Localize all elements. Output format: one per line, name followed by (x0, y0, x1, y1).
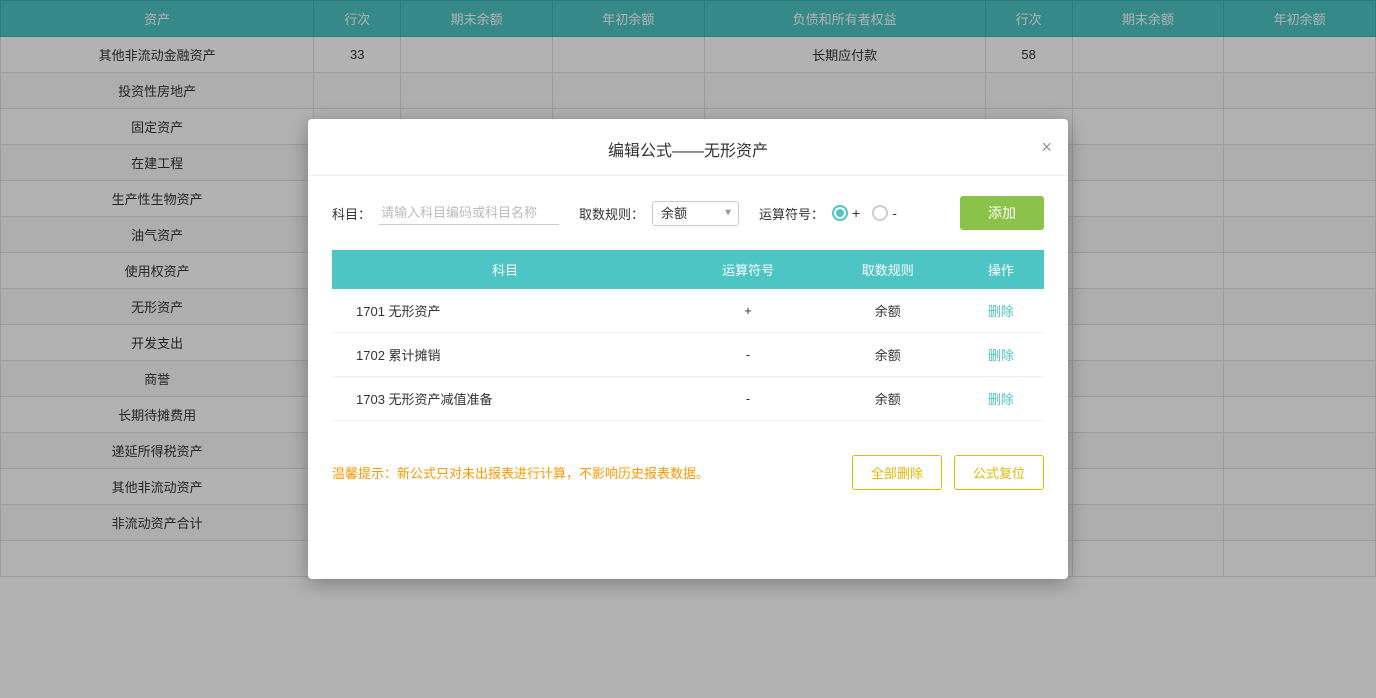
radio-plus[interactable]: + (832, 205, 860, 221)
modal-title: 编辑公式——无形资产 (608, 137, 768, 161)
cell-subject: 1702 累计摊销 (332, 333, 678, 377)
delete-row-button[interactable]: 删除 (988, 301, 1014, 320)
rule-select-wrapper: 余额 借方 贷方 借方累计 贷方累计 (652, 201, 739, 226)
cell-subject: 1703 无形资产减值准备 (332, 377, 678, 421)
subject-label: 科目： (332, 204, 371, 223)
cell-rule: 余额 (818, 377, 958, 421)
add-button[interactable]: 添加 (960, 196, 1044, 230)
col-rule: 取数规则 (818, 250, 958, 289)
cell-operator: + (678, 289, 818, 333)
footer-hint: 温馨提示：新公式只对未出报表进行计算，不影响历史报表数据。 (332, 463, 709, 482)
col-action: 操作 (958, 250, 1044, 289)
cell-operator: - (678, 377, 818, 421)
modal-dialog: 编辑公式——无形资产 × 科目： 取数规则： 余额 借方 (308, 119, 1068, 579)
subject-input[interactable] (379, 201, 559, 225)
radio-minus[interactable]: - (872, 205, 897, 221)
rule-group: 取数规则： 余额 借方 贷方 借方累计 贷方累计 (579, 201, 739, 226)
radio-plus-circle (832, 205, 848, 221)
rule-select[interactable]: 余额 借方 贷方 借方累计 贷方累计 (652, 201, 739, 226)
col-subject: 科目 (332, 250, 678, 289)
reset-button[interactable]: 公式复位 (954, 455, 1044, 490)
form-row: 科目： 取数规则： 余额 借方 贷方 借方累计 贷方累计 (332, 196, 1044, 230)
modal-close-button[interactable]: × (1041, 138, 1052, 156)
radio-group: + - (832, 205, 897, 221)
operator-label: 运算符号： (759, 204, 824, 223)
delete-row-button[interactable]: 删除 (988, 389, 1014, 408)
col-operator: 运算符号 (678, 250, 818, 289)
delete-all-button[interactable]: 全部删除 (852, 455, 942, 490)
footer-buttons: 全部删除 公式复位 (852, 455, 1044, 490)
modal-overlay: 编辑公式——无形资产 × 科目： 取数规则： 余额 借方 (0, 0, 1376, 698)
modal-header: 编辑公式——无形资产 × (308, 119, 1068, 176)
cell-rule: 余额 (818, 333, 958, 377)
delete-row-button[interactable]: 删除 (988, 345, 1014, 364)
cell-subject: 1701 无形资产 (332, 289, 678, 333)
radio-plus-label: + (852, 205, 860, 221)
operator-group: 运算符号： + - (759, 204, 897, 223)
modal-body: 科目： 取数规则： 余额 借方 贷方 借方累计 贷方累计 (308, 176, 1068, 441)
cell-action: 删除 (958, 333, 1044, 377)
table-row: 1701 无形资产+余额 删除 (332, 289, 1044, 333)
cell-rule: 余额 (818, 289, 958, 333)
table-row: 1702 累计摊销-余额 删除 (332, 333, 1044, 377)
table-row: 1703 无形资产减值准备-余额 删除 (332, 377, 1044, 421)
rule-label: 取数规则： (579, 204, 644, 223)
subject-group: 科目： (332, 201, 559, 225)
cell-action: 删除 (958, 377, 1044, 421)
data-table: 科目 运算符号 取数规则 操作 1701 无形资产+余额删除1702 累计摊销-… (332, 250, 1044, 421)
radio-minus-label: - (892, 205, 897, 221)
modal-footer: 温馨提示：新公式只对未出报表进行计算，不影响历史报表数据。 全部删除 公式复位 (308, 441, 1068, 508)
radio-minus-circle (872, 205, 888, 221)
cell-operator: - (678, 333, 818, 377)
cell-action: 删除 (958, 289, 1044, 333)
